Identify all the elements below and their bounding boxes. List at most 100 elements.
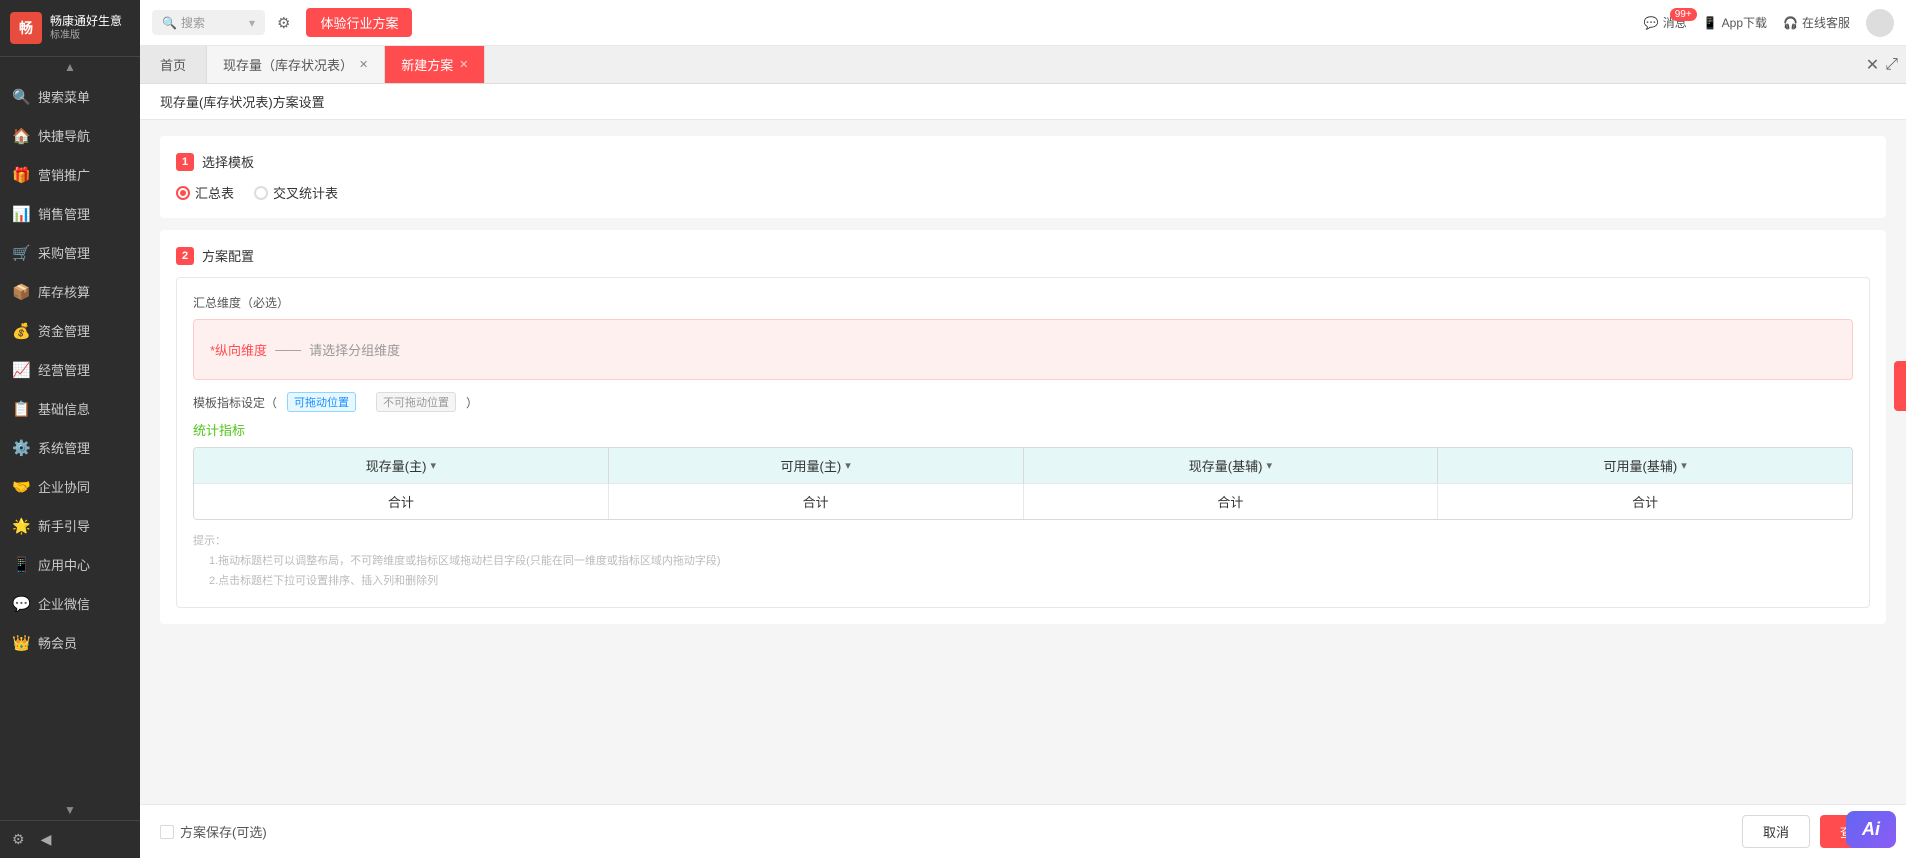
sidebar-item-label: 快捷导航 bbox=[38, 126, 90, 145]
message-icon: 💬 bbox=[1644, 16, 1659, 30]
sidebar-item-wechat[interactable]: 💬 企业微信 bbox=[0, 584, 140, 623]
topbar: 🔍 搜索 ▾ ⚙ 体验行业方案 💬 消息 99+ 📱 App下载 🎧 在线客服 bbox=[140, 0, 1906, 46]
headphone-icon: 🎧 bbox=[1783, 16, 1798, 30]
tag-fixed: 不可拖动位置 bbox=[376, 392, 456, 412]
settings-footer-btn[interactable]: ⚙ bbox=[12, 831, 25, 848]
step2-title: 2 方案配置 bbox=[176, 246, 1870, 265]
app-download-link[interactable]: 📱 App下载 bbox=[1703, 14, 1767, 31]
table-header-col3[interactable]: 现存量(基辅) ▾ bbox=[1024, 448, 1439, 483]
sidebar-item-label: 经营管理 bbox=[38, 360, 90, 379]
footer: 方案保存(可选) 取消 查询 bbox=[140, 804, 1906, 858]
col1-chevron-icon[interactable]: ▾ bbox=[430, 459, 436, 472]
sidebar-item-basic-info[interactable]: 📋 基础信息 bbox=[0, 389, 140, 428]
save-checkbox-box[interactable] bbox=[160, 825, 174, 839]
sidebar-item-quick-nav[interactable]: 🏠 快捷导航 bbox=[0, 116, 140, 155]
sidebar-scroll-down[interactable]: ▼ bbox=[0, 800, 140, 820]
user-avatar[interactable] bbox=[1866, 9, 1894, 37]
page-header: 现存量(库存状况表)方案设置 bbox=[140, 84, 1906, 120]
sidebar-item-newbie[interactable]: 🌟 新手引导 bbox=[0, 506, 140, 545]
app-download-label: App下载 bbox=[1722, 14, 1767, 31]
tab-new-plan[interactable]: 新建方案 ✕ bbox=[385, 46, 485, 83]
scroll-up-arrow[interactable]: ▲ bbox=[64, 60, 76, 74]
sidebar-scroll-up[interactable]: ▲ bbox=[0, 57, 140, 77]
sidebar-item-search-menu[interactable]: 🔍 搜索菜单 bbox=[0, 77, 140, 116]
sidebar-item-inventory[interactable]: 📦 库存核算 bbox=[0, 272, 140, 311]
table-body-col1: 合计 bbox=[194, 484, 609, 519]
tab-inventory-close-icon[interactable]: ✕ bbox=[359, 58, 368, 71]
ai-badge[interactable]: Ai bbox=[1846, 811, 1896, 848]
tab-close-all-icon[interactable]: ✕ bbox=[1866, 55, 1879, 75]
industry-plan-button[interactable]: 体验行业方案 bbox=[306, 8, 412, 37]
sidebar-item-finance[interactable]: 💰 资金管理 bbox=[0, 311, 140, 350]
search-icon: 🔍 bbox=[162, 16, 177, 30]
col2-chevron-icon[interactable]: ▾ bbox=[845, 459, 851, 472]
dropdown-icon: ▾ bbox=[249, 16, 255, 30]
wechat-icon: 💬 bbox=[12, 595, 30, 613]
customer-service-link[interactable]: 🎧 在线客服 bbox=[1783, 14, 1850, 31]
form-container: 1 选择模板 汇总表 交叉统计表 2 bbox=[140, 120, 1906, 652]
config-section: 汇总维度（必选） *纵向维度 —— 请选择分组维度 模板指标设定（ 可拖动位置 … bbox=[176, 277, 1870, 608]
tab-inventory-status[interactable]: 现存量（库存状况表） ✕ bbox=[207, 46, 385, 83]
tip-item-1: 1.拖动标题栏可以调整布局，不可跨维度或指标区域拖动栏目字段(只能在同一维度或指… bbox=[209, 552, 1853, 572]
gear-icon[interactable]: ⚙ bbox=[277, 14, 290, 32]
sidebar: 畅 畅康通好生意 标准版 ▲ 🔍 搜索菜单 🏠 快捷导航 🎁 营销推广 📊 销售… bbox=[0, 0, 140, 858]
app-logo: 畅 bbox=[10, 12, 42, 44]
tip-item-2: 2.点击标题栏下拉可设置排序、插入列和删除列 bbox=[209, 572, 1853, 592]
col2-label: 可用量(主) bbox=[781, 456, 842, 475]
table-header-col4[interactable]: 可用量(基辅) ▾ bbox=[1438, 448, 1852, 483]
sidebar-item-label: 基础信息 bbox=[38, 399, 90, 418]
radio-cross[interactable]: 交叉统计表 bbox=[254, 183, 338, 202]
sidebar-item-sales[interactable]: 📊 销售管理 bbox=[0, 194, 140, 233]
step2-label: 方案配置 bbox=[202, 246, 254, 265]
sidebar-item-purchase[interactable]: 🛒 采购管理 bbox=[0, 233, 140, 272]
sidebar-item-operations[interactable]: 📈 经营管理 bbox=[0, 350, 140, 389]
dimension-required-text: *纵向维度 bbox=[210, 340, 267, 359]
finance-icon: 💰 bbox=[12, 322, 30, 340]
collapse-footer-btn[interactable]: ◀ bbox=[41, 831, 52, 848]
dimension-box[interactable]: *纵向维度 —— 请选择分组维度 bbox=[193, 319, 1853, 380]
tag-movable: 可拖动位置 bbox=[287, 392, 356, 412]
scroll-down-arrow[interactable]: ▼ bbox=[64, 803, 76, 817]
col4-chevron-icon[interactable]: ▾ bbox=[1681, 459, 1687, 472]
tab-expand-icon[interactable]: ⤢ bbox=[1885, 56, 1898, 74]
indicator-settings: 模板指标设定（ 可拖动位置 不可拖动位置 ） 统计指标 现存量(主) bbox=[193, 392, 1853, 520]
radio-summary[interactable]: 汇总表 bbox=[176, 183, 234, 202]
tab-bar: 首页 现存量（库存状况表） ✕ 新建方案 ✕ ✕ ⤢ bbox=[140, 46, 1906, 84]
table-header-col1[interactable]: 现存量(主) ▾ bbox=[194, 448, 609, 483]
sidebar-item-label: 库存核算 bbox=[38, 282, 90, 301]
cancel-button[interactable]: 取消 bbox=[1742, 815, 1810, 848]
message-count: 99+ bbox=[1670, 8, 1697, 21]
stats-table: 现存量(主) ▾ 可用量(主) ▾ 现存量(基辅) ▾ bbox=[193, 447, 1853, 520]
col3-chevron-icon[interactable]: ▾ bbox=[1266, 459, 1272, 472]
message-badge[interactable]: 💬 消息 99+ bbox=[1644, 14, 1687, 31]
dimension-dash: —— bbox=[275, 342, 301, 357]
tab-inventory-status-label: 现存量（库存状况表） bbox=[223, 55, 353, 74]
sales-icon: 📊 bbox=[12, 205, 30, 223]
newbie-icon: 🌟 bbox=[12, 517, 30, 535]
col4-label: 可用量(基辅) bbox=[1604, 456, 1678, 475]
search-box[interactable]: 🔍 搜索 ▾ bbox=[152, 10, 265, 35]
sidebar-item-marketing[interactable]: 🎁 营销推广 bbox=[0, 155, 140, 194]
right-edge-bar[interactable] bbox=[1894, 361, 1906, 411]
tab-new-plan-close-icon[interactable]: ✕ bbox=[459, 58, 468, 71]
tab-new-plan-label: 新建方案 bbox=[401, 55, 453, 74]
sidebar-item-label: 资金管理 bbox=[38, 321, 90, 340]
sidebar-item-app-center[interactable]: 📱 应用中心 bbox=[0, 545, 140, 584]
sidebar-item-label: 企业微信 bbox=[38, 594, 90, 613]
radio-summary-circle bbox=[176, 186, 190, 200]
step1-label: 选择模板 bbox=[202, 152, 254, 171]
tab-home[interactable]: 首页 bbox=[140, 46, 207, 83]
table-body-col3: 合计 bbox=[1024, 484, 1439, 519]
step2-section: 2 方案配置 汇总维度（必选） *纵向维度 —— 请选择分组维度 模板指标设定（ bbox=[160, 230, 1886, 624]
sidebar-item-system[interactable]: ⚙️ 系统管理 bbox=[0, 428, 140, 467]
member-icon: 👑 bbox=[12, 634, 30, 652]
sidebar-item-member[interactable]: 👑 畅会员 bbox=[0, 623, 140, 662]
save-checkbox[interactable]: 方案保存(可选) bbox=[160, 822, 267, 841]
radio-cross-circle bbox=[254, 186, 268, 200]
basic-info-icon: 📋 bbox=[12, 400, 30, 418]
table-header-col2[interactable]: 可用量(主) ▾ bbox=[609, 448, 1024, 483]
app-center-icon: 📱 bbox=[12, 556, 30, 574]
sidebar-item-cooperation[interactable]: 🤝 企业协同 bbox=[0, 467, 140, 506]
topbar-right: 💬 消息 99+ 📱 App下载 🎧 在线客服 bbox=[1644, 9, 1894, 37]
tips-section: 提示： 1.拖动标题栏可以调整布局，不可跨维度或指标区域拖动栏目字段(只能在同一… bbox=[193, 532, 1853, 591]
